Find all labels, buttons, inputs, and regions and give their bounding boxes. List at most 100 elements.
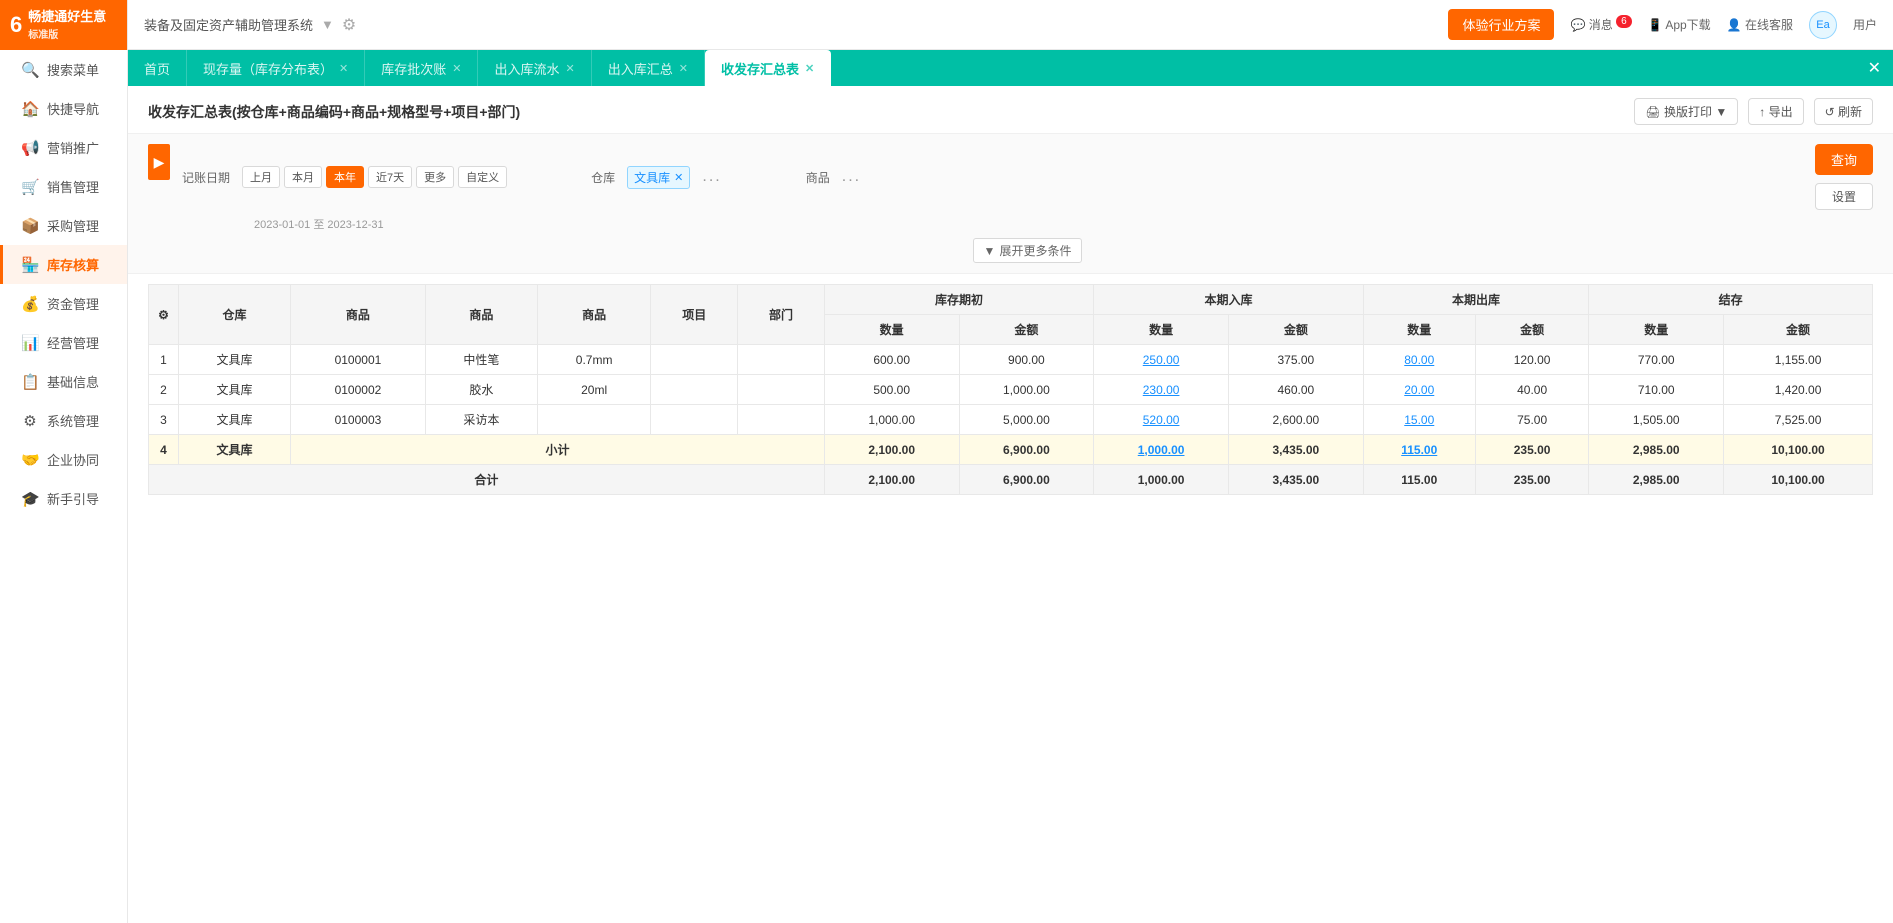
tab-flow[interactable]: 出入库流水 ✕ <box>478 50 591 86</box>
subtotal-in-qty[interactable]: 1,000.00 <box>1094 435 1229 465</box>
row-in-qty[interactable]: 520.00 <box>1094 405 1229 435</box>
tab-close-icon[interactable]: ✕ <box>805 62 814 75</box>
tab-bar-close-btn[interactable]: ✕ <box>1856 58 1893 78</box>
warehouse-tag[interactable]: 文具库 ✕ <box>627 166 690 189</box>
row-bal-qty: 770.00 <box>1589 345 1724 375</box>
refresh-icon: ↺ <box>1825 105 1835 119</box>
tab-batch[interactable]: 库存批次账 ✕ <box>365 50 478 86</box>
tab-receive-send[interactable]: 收发存汇总表 ✕ <box>705 50 831 86</box>
marketing-icon: 📢 <box>21 139 39 157</box>
row-no: 2 <box>149 375 179 405</box>
total-open-qty: 2,100.00 <box>824 465 959 495</box>
sidebar-item-base[interactable]: 📋 基础信息 <box>0 362 127 401</box>
sidebar-item-system[interactable]: ⚙ 系统管理 <box>0 401 127 440</box>
tab-close-icon[interactable]: ✕ <box>679 62 688 75</box>
sidebar-item-marketing[interactable]: 📢 营销推广 <box>0 128 127 167</box>
sidebar-item-newbie[interactable]: 🎓 新手引导 <box>0 479 127 518</box>
main-content: 装备及固定资产辅助管理系统 ▼ ⚙ 体验行业方案 💬 消息 6 📱 App下载 … <box>128 0 1893 923</box>
tab-summary[interactable]: 出入库汇总 ✕ <box>592 50 705 86</box>
user-avatar[interactable]: Ea <box>1809 11 1837 39</box>
subtotal-open-amt: 6,900.00 <box>959 435 1094 465</box>
subtotal-out-qty[interactable]: 115.00 <box>1363 435 1475 465</box>
total-label: 合计 <box>149 465 825 495</box>
row-code: 0100001 <box>291 345 426 375</box>
tab-home[interactable]: 首页 <box>128 50 187 86</box>
messages-btn[interactable]: 💬 消息 6 <box>1570 16 1631 33</box>
row-bal-qty: 1,505.00 <box>1589 405 1724 435</box>
warehouse-tag-remove[interactable]: ✕ <box>674 171 683 184</box>
filter-warehouse-label: 仓库 <box>591 169 615 186</box>
tab-inventory-dist[interactable]: 现存量（库存分布表） ✕ <box>187 50 365 86</box>
btn-custom[interactable]: 自定义 <box>458 166 507 188</box>
expand-arrow-btn[interactable]: ▶ <box>148 144 170 180</box>
page-title: 收发存汇总表(按仓库+商品编码+商品+规格型号+项目+部门) <box>148 102 520 122</box>
home-icon: 🏠 <box>21 100 39 118</box>
row-in-qty[interactable]: 250.00 <box>1094 345 1229 375</box>
query-btn[interactable]: 查询 <box>1815 144 1873 175</box>
btn-more[interactable]: 更多 <box>416 166 454 188</box>
filter-area: ▶ 记账日期 上月 本月 本年 近7天 更多 自定义 仓库 <box>128 134 1893 274</box>
total-out-amt: 235.00 <box>1475 465 1589 495</box>
row-in-amt: 460.00 <box>1228 375 1363 405</box>
gear-button[interactable]: ⚙ <box>342 15 356 35</box>
row-bal-amt: 1,420.00 <box>1724 375 1873 405</box>
col-open-amt-header: 金额 <box>959 315 1094 345</box>
row-name: 胶水 <box>425 375 537 405</box>
total-out-qty: 115.00 <box>1363 465 1475 495</box>
row-open-amt: 1,000.00 <box>959 375 1094 405</box>
refresh-btn[interactable]: ↺ 刷新 <box>1814 98 1873 125</box>
set-btn[interactable]: 设置 <box>1815 183 1873 210</box>
sidebar-item-sales[interactable]: 🛒 销售管理 <box>0 167 127 206</box>
user-name[interactable]: 用户 <box>1853 16 1877 33</box>
online-service-btn[interactable]: 👤 在线客服 <box>1727 16 1793 33</box>
total-in-amt: 3,435.00 <box>1228 465 1363 495</box>
btn-last-month[interactable]: 上月 <box>242 166 280 188</box>
filter-side-btns: 查询 设置 <box>1815 144 1873 210</box>
row-warehouse: 文具库 <box>179 345 291 375</box>
btn-this-year[interactable]: 本年 <box>326 166 364 188</box>
inventory-icon: 🏪 <box>21 256 39 274</box>
sidebar-item-operations[interactable]: 📊 经营管理 <box>0 323 127 362</box>
row-in-qty[interactable]: 230.00 <box>1094 375 1229 405</box>
row-open-qty: 500.00 <box>824 375 959 405</box>
btn-this-month[interactable]: 本月 <box>284 166 322 188</box>
sidebar-item-inventory[interactable]: 🏪 库存核算 <box>0 245 127 284</box>
enterprise-icon: 🤝 <box>21 451 39 469</box>
sidebar-item-purchase[interactable]: 📦 采购管理 <box>0 206 127 245</box>
row-warehouse: 文具库 <box>179 405 291 435</box>
warehouse-more-dots[interactable]: ... <box>702 168 721 186</box>
app-download-btn[interactable]: 📱 App下载 <box>1648 16 1711 33</box>
row-out-qty[interactable]: 15.00 <box>1363 405 1475 435</box>
row-out-qty[interactable]: 20.00 <box>1363 375 1475 405</box>
row-out-qty[interactable]: 80.00 <box>1363 345 1475 375</box>
filter-row-1: 记账日期 上月 本月 本年 近7天 更多 自定义 仓库 文具库 <box>182 144 1873 210</box>
subtotal-open-qty: 2,100.00 <box>824 435 959 465</box>
row-dept <box>738 345 825 375</box>
col-goods-spec-header: 商品 <box>537 285 651 345</box>
sidebar-item-finance[interactable]: 💰 资金管理 <box>0 284 127 323</box>
col-in-amt-header: 金额 <box>1228 315 1363 345</box>
sidebar-item-quick-nav[interactable]: 🏠 快捷导航 <box>0 89 127 128</box>
tab-close-icon[interactable]: ✕ <box>339 62 348 75</box>
row-dept <box>738 405 825 435</box>
col-dept-header: 部门 <box>738 285 825 345</box>
sidebar-item-enterprise[interactable]: 🤝 企业协同 <box>0 440 127 479</box>
col-opening-header: 库存期初 <box>824 285 1093 315</box>
expand-more-btn[interactable]: ▼ 展开更多条件 <box>973 238 1083 263</box>
subtotal-bal-amt: 10,100.00 <box>1724 435 1873 465</box>
col-settings-header[interactable]: ⚙ <box>149 285 179 345</box>
tab-close-icon[interactable]: ✕ <box>566 62 575 75</box>
purchase-icon: 📦 <box>21 217 39 235</box>
btn-last7days[interactable]: 近7天 <box>368 166 412 188</box>
sidebar-item-search[interactable]: 🔍 搜索菜单 <box>0 50 127 89</box>
tab-close-icon[interactable]: ✕ <box>452 62 461 75</box>
row-open-qty: 1,000.00 <box>824 405 959 435</box>
row-out-amt: 75.00 <box>1475 405 1589 435</box>
experience-btn[interactable]: 体验行业方案 <box>1448 9 1554 40</box>
export-btn[interactable]: ↑ 导出 <box>1748 98 1803 125</box>
row-name: 中性笔 <box>425 345 537 375</box>
print-btn[interactable]: 🖨 换版打印 ▼ <box>1634 98 1738 125</box>
system-icon: ⚙ <box>21 412 39 430</box>
top-header: 装备及固定资产辅助管理系统 ▼ ⚙ 体验行业方案 💬 消息 6 📱 App下载 … <box>128 0 1893 50</box>
goods-more-dots[interactable]: ... <box>842 168 861 186</box>
